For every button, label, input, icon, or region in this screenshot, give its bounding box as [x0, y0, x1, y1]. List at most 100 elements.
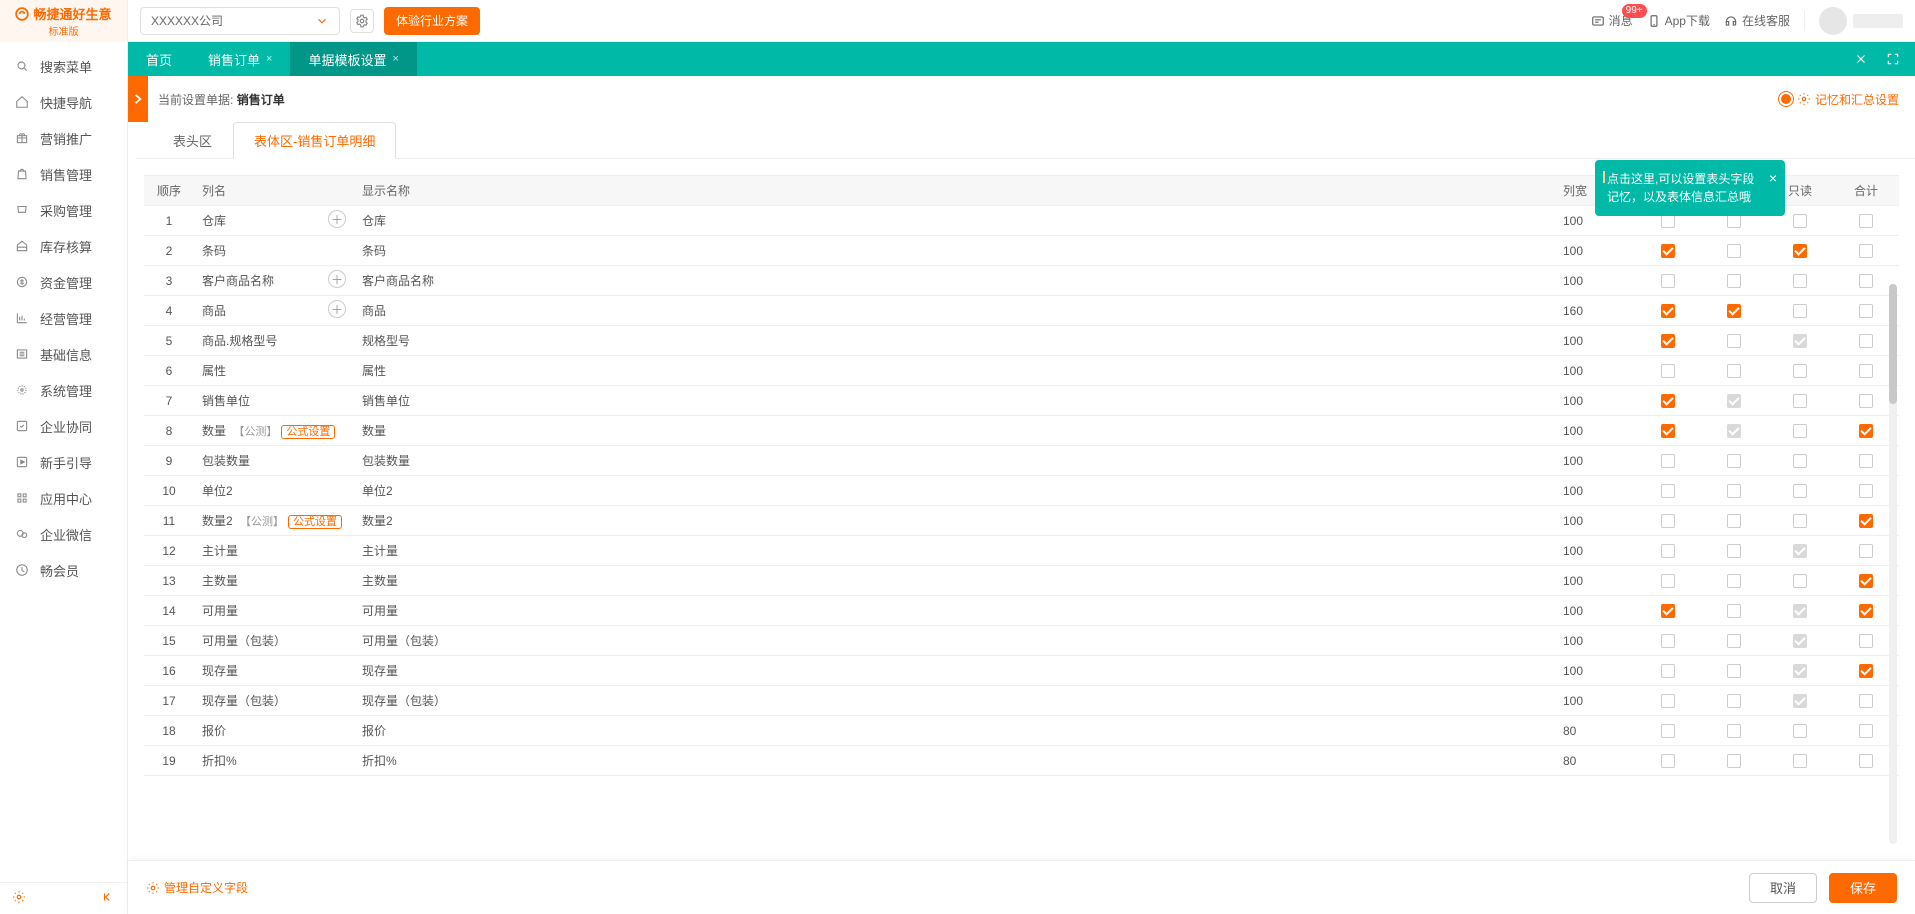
cell-name[interactable]: 包装数量 — [194, 446, 354, 476]
chk-required[interactable] — [1727, 244, 1741, 258]
nav-item-4[interactable]: 采购管理 — [0, 192, 127, 228]
cell-disp[interactable]: 销售单位 — [354, 386, 1555, 416]
subtab-0[interactable]: 表头区 — [152, 122, 233, 158]
cell-disp[interactable]: 数量 — [354, 416, 1555, 446]
cell-name[interactable]: 销售单位 — [194, 386, 354, 416]
tab-0[interactable]: 首页 — [128, 42, 190, 76]
chk-sum[interactable] — [1859, 454, 1873, 468]
cell-disp[interactable]: 单位2 — [354, 476, 1555, 506]
memory-summary-link[interactable]: 记忆和汇总设置 — [1701, 91, 1899, 108]
cell-disp[interactable]: 客户商品名称 — [354, 266, 1555, 296]
cell-disp[interactable]: 数量2 — [354, 506, 1555, 536]
chk-sum[interactable] — [1859, 634, 1873, 648]
nav-item-2[interactable]: 营销推广 — [0, 120, 127, 156]
chk-required[interactable] — [1727, 694, 1741, 708]
chk-sum[interactable] — [1859, 424, 1873, 438]
chk-sum[interactable] — [1859, 304, 1873, 318]
chk-sum[interactable] — [1859, 364, 1873, 378]
chk-readonly[interactable] — [1793, 424, 1807, 438]
chk-readonly[interactable] — [1793, 274, 1807, 288]
cell-name[interactable]: 单位2 — [194, 476, 354, 506]
cell-disp[interactable]: 商品 — [354, 296, 1555, 326]
cell-disp[interactable]: 包装数量 — [354, 446, 1555, 476]
chk-readonly[interactable] — [1793, 394, 1807, 408]
chk-readonly[interactable] — [1793, 514, 1807, 528]
cell-name[interactable]: 商品.规格型号 — [194, 326, 354, 356]
support-link[interactable]: 在线客服 — [1724, 12, 1790, 29]
chk-readonly[interactable] — [1793, 724, 1807, 738]
chk-required[interactable] — [1727, 214, 1741, 228]
nav-item-14[interactable]: 畅会员 — [0, 552, 127, 588]
context-arrow-icon[interactable] — [128, 76, 148, 122]
chk-required[interactable] — [1727, 484, 1741, 498]
cell-width[interactable]: 80 — [1555, 716, 1635, 746]
cell-width[interactable]: 100 — [1555, 596, 1635, 626]
chk-required[interactable] — [1727, 754, 1741, 768]
chk-show[interactable] — [1661, 214, 1675, 228]
chk-show[interactable] — [1661, 334, 1675, 348]
cell-disp[interactable]: 现存量 — [354, 656, 1555, 686]
add-column-button[interactable]: ＋ — [328, 210, 346, 228]
cell-name[interactable]: 数量2 【公测】公式设置 — [194, 506, 354, 536]
chk-show[interactable] — [1661, 604, 1675, 618]
manage-custom-fields-link[interactable]: 管理自定义字段 — [146, 879, 248, 896]
chk-sum[interactable] — [1859, 604, 1873, 618]
chk-readonly[interactable] — [1793, 754, 1807, 768]
user-menu[interactable] — [1819, 7, 1903, 35]
cell-disp[interactable]: 主数量 — [354, 566, 1555, 596]
chk-sum[interactable] — [1859, 694, 1873, 708]
cell-name[interactable]: 属性 — [194, 356, 354, 386]
settings-toggle-icon[interactable] — [12, 890, 26, 907]
cell-disp[interactable]: 现存量（包装） — [354, 686, 1555, 716]
cell-width[interactable]: 100 — [1555, 386, 1635, 416]
cell-name[interactable]: 主数量 — [194, 566, 354, 596]
chk-show[interactable] — [1661, 274, 1675, 288]
company-select[interactable]: XXXXXX公司 — [140, 7, 340, 35]
table-scroll[interactable]: 顺序 列名 显示名称 列宽 显示 必录 只读 合计 1 仓库 ＋ 仓库 100 — [128, 159, 1915, 860]
chk-required[interactable] — [1727, 544, 1741, 558]
nav-item-6[interactable]: 资金管理 — [0, 264, 127, 300]
tab-close-icon[interactable]: × — [392, 53, 398, 65]
cell-name[interactable]: 可用量（包装） — [194, 626, 354, 656]
cell-width[interactable]: 100 — [1555, 326, 1635, 356]
chk-readonly[interactable] — [1793, 214, 1807, 228]
subtab-1[interactable]: 表体区-销售订单明细 — [233, 122, 396, 159]
chk-show[interactable] — [1661, 394, 1675, 408]
chk-show[interactable] — [1661, 304, 1675, 318]
collapse-sidebar-icon[interactable] — [101, 890, 115, 907]
cell-width[interactable]: 100 — [1555, 476, 1635, 506]
scrollbar-track[interactable] — [1889, 284, 1897, 844]
add-column-button[interactable]: ＋ — [328, 270, 346, 288]
cell-name[interactable]: 仓库 ＋ — [194, 206, 354, 236]
cell-name[interactable]: 条码 — [194, 236, 354, 266]
cell-disp[interactable]: 仓库 — [354, 206, 1555, 236]
add-column-button[interactable]: ＋ — [328, 300, 346, 318]
cell-width[interactable]: 160 — [1555, 296, 1635, 326]
nav-item-13[interactable]: 企业微信 — [0, 516, 127, 552]
cell-width[interactable]: 100 — [1555, 656, 1635, 686]
chk-sum[interactable] — [1859, 394, 1873, 408]
chk-show[interactable] — [1661, 514, 1675, 528]
cell-disp[interactable]: 规格型号 — [354, 326, 1555, 356]
cell-width[interactable]: 100 — [1555, 506, 1635, 536]
cell-width[interactable]: 100 — [1555, 626, 1635, 656]
messages-link[interactable]: 消息 — [1591, 12, 1633, 29]
cell-name[interactable]: 现存量（包装） — [194, 686, 354, 716]
formula-link[interactable]: 公式设置 — [288, 515, 342, 529]
cell-disp[interactable]: 折扣% — [354, 746, 1555, 776]
chk-show[interactable] — [1661, 694, 1675, 708]
chk-required[interactable] — [1727, 634, 1741, 648]
tab-close-icon[interactable]: × — [266, 53, 272, 65]
cell-name[interactable]: 报价 — [194, 716, 354, 746]
chk-sum[interactable] — [1859, 754, 1873, 768]
nav-item-1[interactable]: 快捷导航 — [0, 84, 127, 120]
chk-show[interactable] — [1661, 484, 1675, 498]
nav-item-0[interactable]: 搜索菜单 — [0, 48, 127, 84]
chk-sum[interactable] — [1859, 334, 1873, 348]
cell-name[interactable]: 可用量 — [194, 596, 354, 626]
cell-width[interactable]: 100 — [1555, 446, 1635, 476]
cell-name[interactable]: 主计量 — [194, 536, 354, 566]
cell-width[interactable]: 100 — [1555, 356, 1635, 386]
cell-name[interactable]: 现存量 — [194, 656, 354, 686]
chk-sum[interactable] — [1859, 514, 1873, 528]
